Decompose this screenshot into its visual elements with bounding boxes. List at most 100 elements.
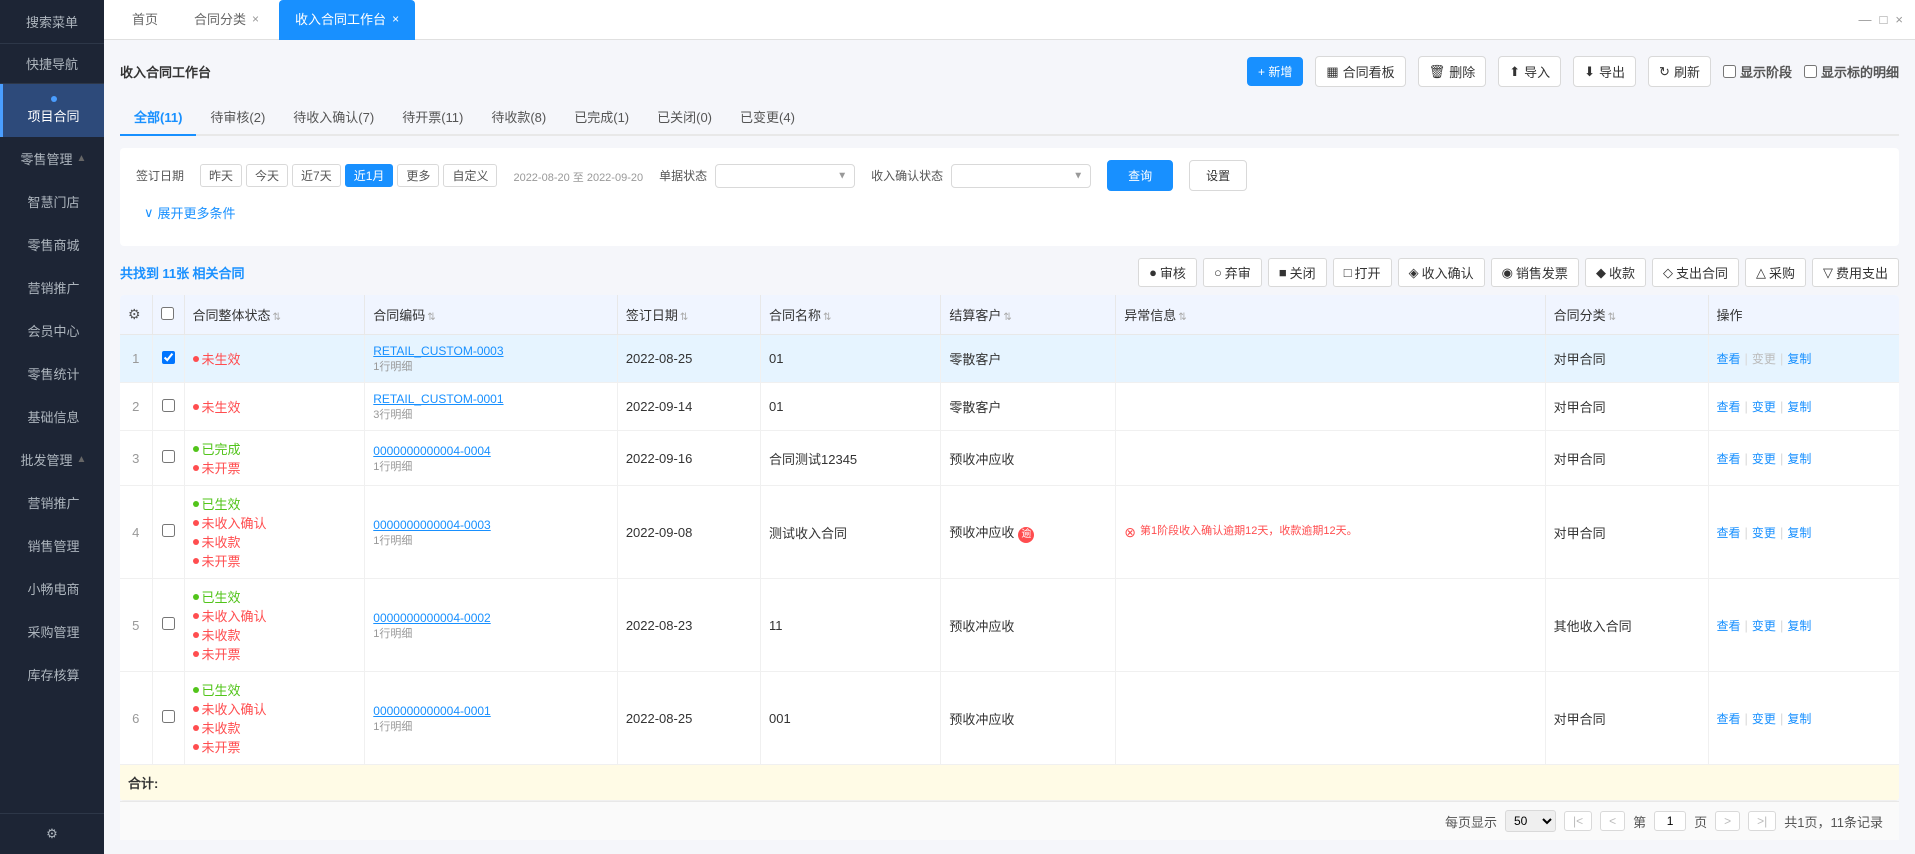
expand-btn[interactable]: ∨ 展开更多条件 bbox=[136, 199, 244, 226]
export-button[interactable]: ⬇ 导出 bbox=[1573, 56, 1636, 87]
action-btn-变更[interactable]: 变更 bbox=[1752, 350, 1776, 367]
action-btn-复制[interactable]: 复制 bbox=[1787, 450, 1811, 467]
filter-tab-pending-income-confirm[interactable]: 待收入确认(7) bbox=[279, 99, 388, 136]
filter-tab-closed[interactable]: 已关闭(0) bbox=[643, 99, 726, 136]
tab-income-contract[interactable]: 收入合同工作台 × bbox=[279, 0, 415, 40]
row-checkbox[interactable] bbox=[162, 450, 175, 463]
contract-code-link[interactable]: 0000000000004-0003 bbox=[373, 518, 490, 532]
sidebar-item-member[interactable]: 会员中心 bbox=[0, 309, 104, 352]
show-details-checkbox[interactable]: 显示标的明细 bbox=[1804, 62, 1899, 81]
doc-status-select[interactable] bbox=[715, 164, 855, 188]
filter-tab-pending-invoice[interactable]: 待开票(11) bbox=[388, 99, 477, 136]
tab-home[interactable]: 首页 bbox=[116, 0, 174, 40]
sidebar-item-smart-store[interactable]: 智慧门店 bbox=[0, 180, 104, 223]
sidebar-item-inventory[interactable]: 库存核算 bbox=[0, 653, 104, 696]
close-btn[interactable]: ■ 关闭 bbox=[1268, 258, 1327, 287]
sidebar-item-purchase[interactable]: 采购管理 bbox=[0, 610, 104, 653]
sidebar-item-marketing2[interactable]: 营销推广 bbox=[0, 481, 104, 524]
refresh-button[interactable]: ↻ 刷新 bbox=[1648, 56, 1711, 87]
sidebar-quicknav[interactable]: 快捷导航 bbox=[0, 44, 104, 84]
filter-tab-pending-payment[interactable]: 待收款(8) bbox=[477, 99, 560, 136]
action-btn-查看[interactable]: 查看 bbox=[1717, 450, 1741, 467]
sidebar-item-project[interactable]: 项目合同 bbox=[0, 84, 104, 137]
contract-code-link[interactable]: RETAIL_CUSTOM-0001 bbox=[373, 392, 503, 406]
action-btn-查看[interactable]: 查看 bbox=[1717, 710, 1741, 727]
review-btn[interactable]: ● 审核 bbox=[1138, 258, 1197, 287]
page-number-input[interactable] bbox=[1654, 811, 1686, 831]
last-page-btn[interactable]: >| bbox=[1748, 811, 1776, 831]
sidebar-search[interactable]: 搜索菜单 bbox=[0, 0, 104, 44]
action-btn-复制[interactable]: 复制 bbox=[1787, 617, 1811, 634]
close-tab-contract-category[interactable]: × bbox=[252, 12, 259, 26]
date-btn-today[interactable]: 今天 bbox=[246, 164, 288, 187]
action-btn-查看[interactable]: 查看 bbox=[1717, 350, 1741, 367]
minimize-icon[interactable]: — bbox=[1859, 12, 1872, 27]
contract-code-link[interactable]: RETAIL_CUSTOM-0003 bbox=[373, 344, 503, 358]
contract-code-link[interactable]: 0000000000004-0002 bbox=[373, 611, 490, 625]
sidebar-item-sales-mgmt[interactable]: 销售管理 bbox=[0, 524, 104, 567]
close-icon[interactable]: × bbox=[1895, 12, 1903, 27]
action-btn-变更[interactable]: 变更 bbox=[1752, 524, 1776, 541]
filter-tab-completed[interactable]: 已完成(1) bbox=[560, 99, 643, 136]
first-page-btn[interactable]: |< bbox=[1564, 811, 1592, 831]
collection-btn[interactable]: ◆ 收款 bbox=[1585, 258, 1646, 287]
show-stages-checkbox[interactable]: 显示阶段 bbox=[1723, 62, 1792, 81]
sidebar-item-xiaochu[interactable]: 小畅电商 bbox=[0, 567, 104, 610]
row-checkbox[interactable] bbox=[162, 524, 175, 537]
select-all-checkbox[interactable] bbox=[161, 307, 174, 320]
sidebar-item-retail-mall[interactable]: 零售商城 bbox=[0, 223, 104, 266]
settings-gear-icon[interactable]: ⚙ bbox=[128, 306, 141, 322]
query-button[interactable]: 查询 bbox=[1107, 160, 1173, 191]
action-btn-复制[interactable]: 复制 bbox=[1787, 524, 1811, 541]
out-contract-btn[interactable]: ◇ 支出合同 bbox=[1652, 258, 1739, 287]
expense-out-btn[interactable]: ▽ 费用支出 bbox=[1812, 258, 1899, 287]
date-btn-custom[interactable]: 自定义 bbox=[443, 164, 497, 187]
row-checkbox[interactable] bbox=[162, 710, 175, 723]
close-tab-income-contract[interactable]: × bbox=[392, 12, 399, 26]
col-settings[interactable]: ⚙ bbox=[120, 295, 152, 335]
filter-tab-pending-review[interactable]: 待审核(2) bbox=[196, 99, 279, 136]
row-checkbox[interactable] bbox=[162, 617, 175, 630]
action-btn-变更[interactable]: 变更 bbox=[1752, 450, 1776, 467]
sales-invoice-btn[interactable]: ◉ 销售发票 bbox=[1491, 258, 1579, 287]
kanban-button[interactable]: ▦ 合同看板 bbox=[1315, 56, 1405, 87]
purchase-btn[interactable]: △ 采购 bbox=[1745, 258, 1806, 287]
action-btn-变更[interactable]: 变更 bbox=[1752, 398, 1776, 415]
sidebar-settings[interactable]: ⚙ bbox=[0, 813, 104, 854]
maximize-icon[interactable]: □ bbox=[1880, 12, 1888, 27]
filter-tab-all[interactable]: 全部(11) bbox=[120, 99, 196, 136]
date-btn-7days[interactable]: 近7天 bbox=[292, 164, 341, 187]
tab-contract-category[interactable]: 合同分类 × bbox=[178, 0, 275, 40]
income-confirm-btn[interactable]: ◈ 收入确认 bbox=[1398, 258, 1485, 287]
action-btn-复制[interactable]: 复制 bbox=[1787, 710, 1811, 727]
row-checkbox[interactable] bbox=[162, 399, 175, 412]
action-btn-变更[interactable]: 变更 bbox=[1752, 710, 1776, 727]
date-btn-yesterday[interactable]: 昨天 bbox=[200, 164, 242, 187]
print-btn[interactable]: □ 打开 bbox=[1333, 258, 1392, 287]
date-btn-more[interactable]: 更多 bbox=[397, 164, 439, 187]
page-size-select[interactable]: 50 10 20 100 bbox=[1505, 810, 1556, 832]
sidebar-item-retail-stats[interactable]: 零售统计 bbox=[0, 352, 104, 395]
contract-code-link[interactable]: 0000000000004-0001 bbox=[373, 704, 490, 718]
abandon-btn[interactable]: ○ 弃审 bbox=[1203, 258, 1262, 287]
action-btn-复制[interactable]: 复制 bbox=[1787, 350, 1811, 367]
action-btn-查看[interactable]: 查看 bbox=[1717, 617, 1741, 634]
delete-button[interactable]: 🗑 删除 bbox=[1418, 56, 1487, 87]
filter-tab-changed[interactable]: 已变更(4) bbox=[726, 99, 809, 136]
sidebar-item-marketing[interactable]: 营销推广 bbox=[0, 266, 104, 309]
row-checkbox[interactable] bbox=[162, 351, 175, 364]
action-btn-复制[interactable]: 复制 bbox=[1787, 398, 1811, 415]
sidebar-item-base-info[interactable]: 基础信息 bbox=[0, 395, 104, 438]
income-confirm-select[interactable] bbox=[951, 164, 1091, 188]
next-page-btn[interactable]: > bbox=[1715, 811, 1740, 831]
import-button[interactable]: ⬆ 导入 bbox=[1498, 56, 1561, 87]
settings-button[interactable]: 设置 bbox=[1189, 160, 1247, 191]
sidebar-item-wholesale[interactable]: 批发管理 ▲ bbox=[0, 438, 104, 481]
action-btn-查看[interactable]: 查看 bbox=[1717, 398, 1741, 415]
sidebar-item-retail-mgmt[interactable]: 零售管理 ▲ bbox=[0, 137, 104, 180]
date-btn-1month[interactable]: 近1月 bbox=[345, 164, 394, 187]
contract-code-link[interactable]: 0000000000004-0004 bbox=[373, 444, 490, 458]
action-btn-查看[interactable]: 查看 bbox=[1717, 524, 1741, 541]
action-btn-变更[interactable]: 变更 bbox=[1752, 617, 1776, 634]
prev-page-btn[interactable]: < bbox=[1600, 811, 1625, 831]
